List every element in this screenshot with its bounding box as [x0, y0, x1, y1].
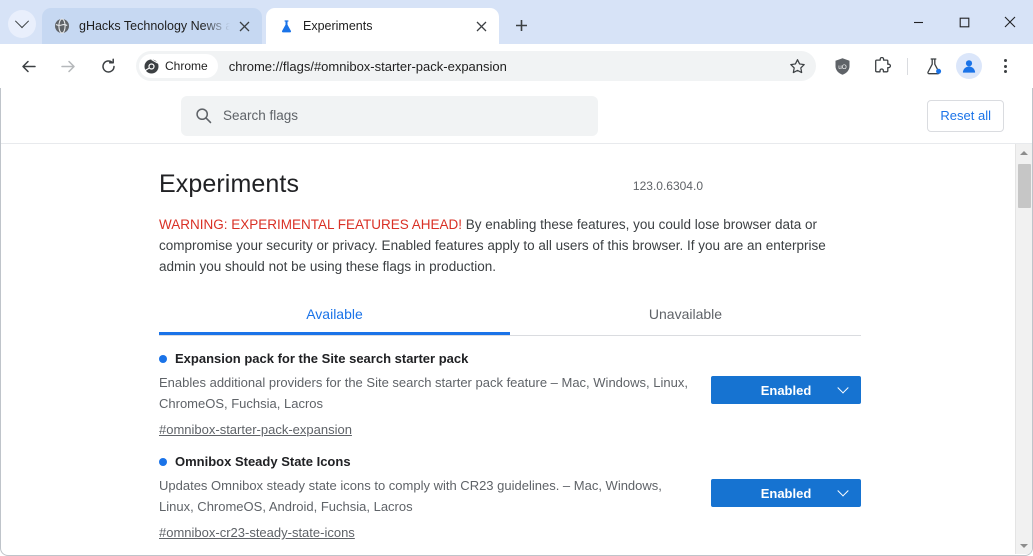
forward-button[interactable] [53, 51, 83, 81]
flag-permalink[interactable]: #omnibox-starter-pack-expansion [159, 422, 352, 437]
flag-description: Enables additional providers for the Sit… [159, 375, 688, 411]
url-text: chrome://flags/#omnibox-starter-pack-exp… [228, 58, 507, 74]
version-label: 123.0.6304.0 [632, 179, 703, 193]
flags-search-header: Reset all [1, 88, 1032, 144]
flag-status-dot-icon [159, 458, 167, 466]
flag-status-dot-icon [159, 355, 167, 363]
page-viewport: Reset all Experiments 123.0.6304.0 WARNI… [0, 88, 1033, 556]
browser-toolbar: Chrome chrome://flags/#omnibox-starter-p… [0, 44, 1033, 88]
globe-icon [54, 18, 70, 34]
avatar[interactable] [956, 53, 982, 79]
flag-title-row: Omnibox Steady State Icons [159, 453, 699, 471]
flask-icon [278, 18, 294, 34]
flag-permalink[interactable]: #omnibox-cr23-steady-state-icons [159, 525, 355, 540]
search-input[interactable] [223, 108, 584, 123]
search-icon [196, 108, 212, 124]
svg-text:uO: uO [838, 64, 847, 71]
ublock-origin-icon[interactable]: uO [827, 51, 857, 81]
warning-text: WARNING: EXPERIMENTAL FEATURES AHEAD! By… [159, 214, 859, 277]
reset-all-button[interactable]: Reset all [927, 99, 1004, 132]
chrome-origin-chip[interactable]: Chrome [139, 54, 218, 78]
chevron-down-icon [837, 382, 849, 394]
flag-state-select[interactable]: Enabled [711, 376, 861, 404]
reload-icon [101, 58, 115, 73]
flag-entry: Expansion pack for the Site search start… [159, 336, 861, 439]
triangle-up-icon [1020, 150, 1028, 155]
toolbar-divider [907, 57, 908, 75]
minimize-button[interactable] [895, 0, 941, 44]
triangle-down-icon [1020, 543, 1028, 548]
reload-button[interactable] [93, 51, 123, 81]
page-title: Experiments [159, 170, 300, 198]
close-window-button[interactable] [987, 0, 1033, 44]
window-controls [895, 0, 1033, 44]
flag-entry: Omnibox Steady State Icons Updates Omnib… [159, 439, 861, 542]
chevron-down-icon [837, 485, 849, 497]
tab-strip: gHacks Technology News and Experiments [0, 0, 1033, 44]
flag-state-select[interactable]: Enabled [711, 479, 861, 507]
warning-prefix: WARNING: EXPERIMENTAL FEATURES AHEAD! [159, 217, 463, 232]
flags-tablist: Available Unavailable [159, 306, 861, 336]
scrollbar-up-button[interactable] [1016, 144, 1032, 161]
plus-icon [515, 19, 527, 31]
experiments-flask-icon[interactable] [918, 51, 948, 81]
bookmark-star-icon[interactable] [782, 51, 812, 81]
arrow-left-icon [21, 60, 36, 72]
browser-window: gHacks Technology News and Experiments C… [0, 0, 1033, 556]
address-bar[interactable]: Chrome chrome://flags/#omnibox-starter-p… [136, 51, 816, 81]
close-icon[interactable] [471, 16, 491, 36]
chrome-chip-label: Chrome [165, 59, 208, 73]
flag-state-value: Enabled [760, 382, 812, 398]
flag-info: Omnibox Steady State Icons Updates Omnib… [159, 453, 711, 542]
flag-title: Omnibox Steady State Icons [175, 454, 351, 469]
flag-title: Expansion pack for the Site search start… [175, 351, 469, 366]
arrow-right-icon [60, 60, 75, 72]
flag-state-value: Enabled [760, 485, 812, 501]
flag-description: Updates Omnibox steady state icons to co… [159, 478, 662, 514]
chevron-down-icon [14, 14, 30, 29]
back-button[interactable] [13, 51, 43, 81]
close-icon[interactable] [234, 16, 254, 36]
page-scroll-area: Experiments 123.0.6304.0 WARNING: EXPERI… [1, 144, 1032, 554]
scrollbar-down-button[interactable] [1016, 537, 1032, 554]
flag-title-row: Expansion pack for the Site search start… [159, 350, 699, 368]
tab-unavailable[interactable]: Unavailable [510, 306, 861, 335]
page-scrollbar[interactable] [1015, 144, 1032, 554]
tab-available[interactable]: Available [159, 306, 510, 335]
extensions-puzzle-icon[interactable] [867, 51, 897, 81]
browser-tab-ghacks[interactable]: gHacks Technology News and [42, 8, 262, 44]
maximize-button[interactable] [941, 0, 987, 44]
person-icon [962, 60, 976, 73]
scrollbar-thumb[interactable] [1018, 164, 1031, 208]
chrome-logo-icon [144, 58, 159, 73]
browser-tab-experiments[interactable]: Experiments [266, 8, 499, 44]
tab-title: Experiments [303, 19, 373, 33]
new-tab-button[interactable] [507, 11, 535, 39]
flag-info: Expansion pack for the Site search start… [159, 350, 711, 439]
tab-title: gHacks Technology News and [79, 19, 230, 33]
flags-content: Experiments 123.0.6304.0 WARNING: EXPERI… [1, 144, 861, 542]
tab-search-button[interactable] [8, 10, 36, 38]
three-dots-icon [1003, 59, 1007, 73]
browser-menu-button[interactable] [990, 51, 1020, 81]
title-row: Experiments 123.0.6304.0 [159, 144, 703, 200]
search-flags-box[interactable] [181, 95, 598, 136]
